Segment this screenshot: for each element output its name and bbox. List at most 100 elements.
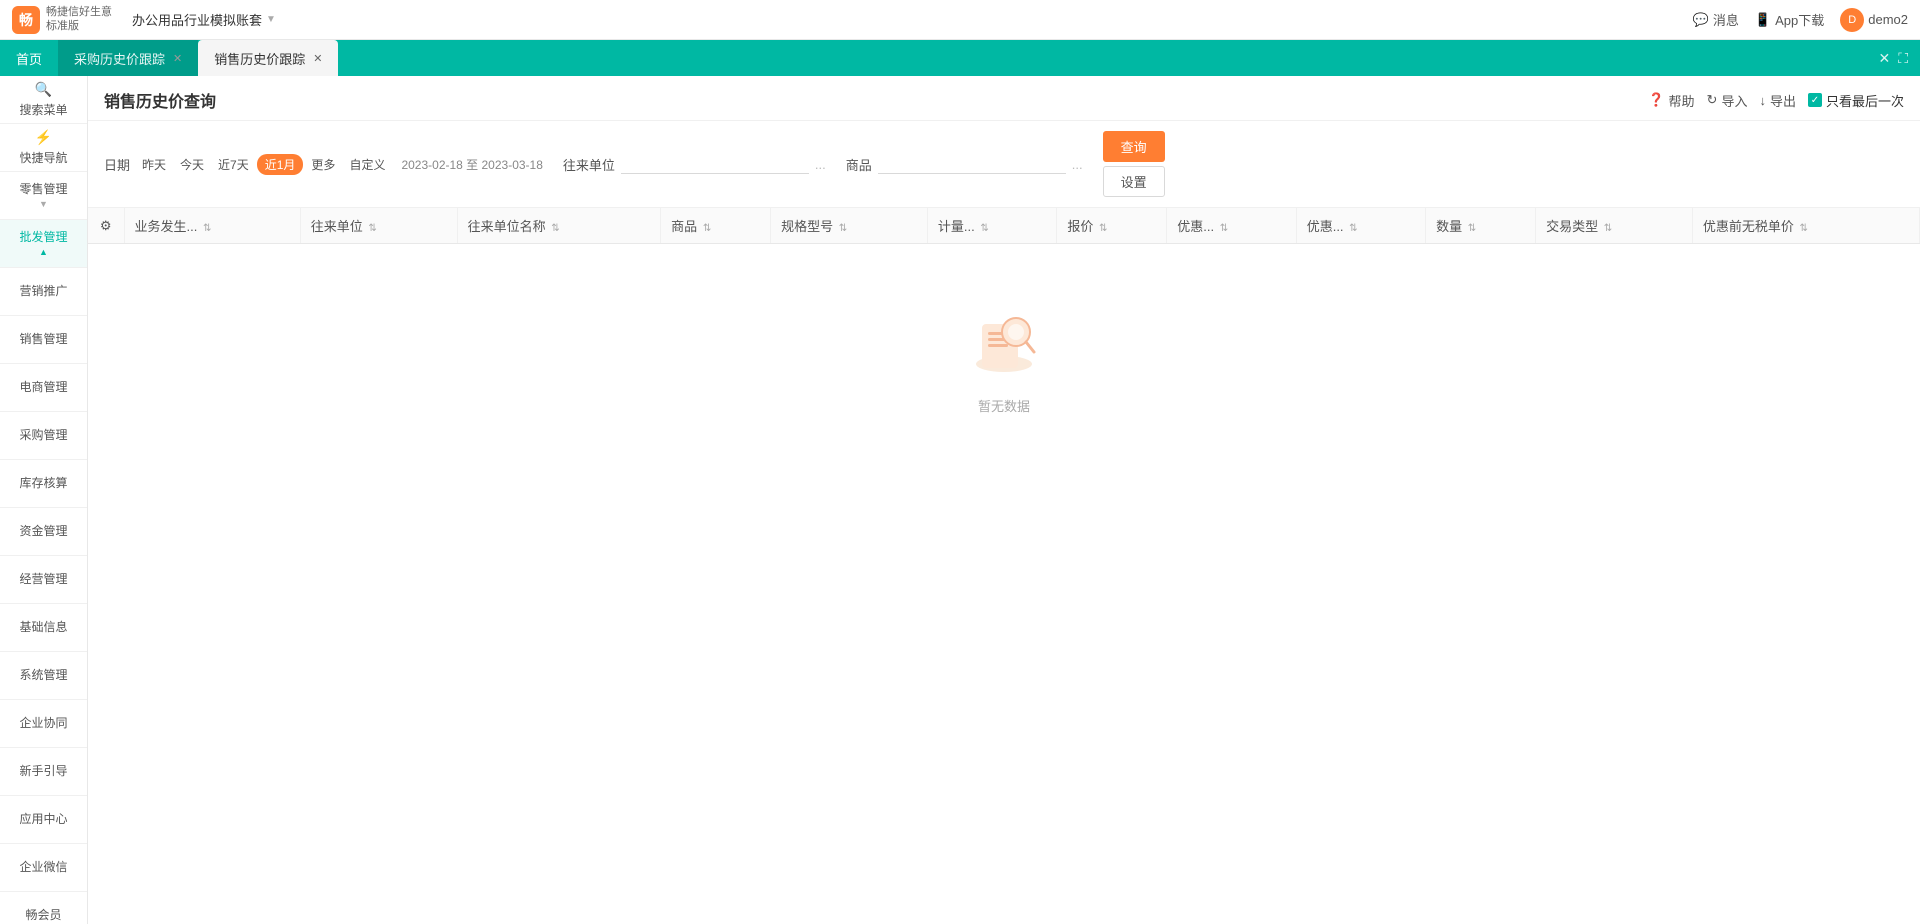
date-range-display: 2023-02-18 至 2023-03-18 [401,156,542,173]
sidebar-item-quick-nav[interactable]: ⚡ 快捷导航 [0,124,87,172]
gear-icon: ⚙ [100,218,112,233]
tab-home[interactable]: 首页 [0,40,58,76]
date-btn-more[interactable]: 更多 [305,154,341,175]
sidebar-item-wechat[interactable]: 企业微信 [0,844,87,892]
user-profile[interactable]: D demo2 [1840,8,1908,32]
logo-text: 畅捷信好生意 标准版 [46,6,112,32]
col-unit[interactable]: 计量... ⇅ [927,208,1056,244]
goods-filter-group: 商品 ... [846,154,1083,174]
help-btn[interactable]: ❓ 帮助 [1648,91,1694,110]
sort-icon: ⇅ [980,223,988,234]
quick-nav-icon: ⚡ [35,128,52,148]
col-spec[interactable]: 规格型号 ⇅ [771,208,928,244]
help-icon: ❓ [1648,92,1664,108]
settings-button[interactable]: 设置 [1103,166,1165,197]
sidebar-item-enterprise[interactable]: 企业协同 [0,700,87,748]
sidebar-item-finance[interactable]: 资金管理 [0,508,87,556]
sidebar-item-operations[interactable]: 经营管理 [0,556,87,604]
maximize-window-icon[interactable]: ⛶ [1898,50,1908,67]
date-btn-1month[interactable]: 近1月 [257,154,304,175]
sidebar-item-system[interactable]: 系统管理 [0,652,87,700]
sidebar-item-sales[interactable]: 销售管理 [0,316,87,364]
search-icon: 🔍 [35,80,52,100]
top-bar: 畅 畅捷信好生意 标准版 办公用品行业模拟账套 ▼ 💬 消息 📱 App下载 D… [0,0,1920,40]
top-bar-right: 💬 消息 📱 App下载 D demo2 [1693,8,1908,32]
partner-input[interactable] [621,154,809,174]
date-btn-yesterday[interactable]: 昨天 [136,154,172,175]
table-area: ⚙ 业务发生... ⇅ 往来单位 ⇅ 往来单位名称 [88,208,1920,924]
sidebar-item-purchase[interactable]: 采购管理 [0,412,87,460]
chevron-down-icon: ▼ [266,14,276,25]
tab-sales-history[interactable]: 销售历史价跟踪 ✕ [198,40,338,76]
col-discount2[interactable]: 优惠... ⇅ [1296,208,1425,244]
chevron-right-icon: ▼ [39,198,48,211]
goods-search-icon[interactable]: ... [1072,157,1083,172]
sidebar-item-search[interactable]: 🔍 搜索菜单 [0,76,87,124]
sidebar-item-basic[interactable]: 基础信息 [0,604,87,652]
col-settings[interactable]: ⚙ [88,208,124,244]
col-partner-code[interactable]: 往来单位 ⇅ [300,208,457,244]
sort-icon: ⇅ [839,223,847,234]
app-icon: 📱 [1755,12,1771,28]
app-download-btn[interactable]: 📱 App下载 [1755,10,1824,29]
empty-text: 暂无数据 [978,396,1030,415]
sidebar-item-vip[interactable]: 畅会员 [0,892,87,924]
sort-icon: ⇅ [1604,223,1612,234]
logo-area: 畅 畅捷信好生意 标准版 [12,6,112,34]
close-window-icon[interactable]: ✕ [1878,50,1890,67]
content-area: 销售历史价查询 ❓ 帮助 ↻ 导入 ↓ 导出 ✓ [88,76,1920,924]
only-last-checkbox[interactable]: ✓ 只看最后一次 [1808,91,1904,110]
query-button[interactable]: 查询 [1103,131,1165,162]
message-btn[interactable]: 💬 消息 [1693,10,1739,29]
logo-icon: 畅 [12,6,40,34]
tab-bar-right: ✕ ⛶ [1878,50,1920,67]
sort-icon: ⇅ [1468,223,1476,234]
partner-search-icon[interactable]: ... [815,157,826,172]
filter-area: 日期 昨天 今天 近7天 近1月 更多 自定义 2023-02-18 至 202… [88,121,1920,208]
tab-purchase-history[interactable]: 采购历史价跟踪 ✕ [58,40,198,76]
sort-icon: ⇅ [1349,223,1357,234]
table-header-row: ⚙ 业务发生... ⇅ 往来单位 ⇅ 往来单位名称 [88,208,1920,244]
date-btn-today[interactable]: 今天 [174,154,210,175]
sidebar-item-apps[interactable]: 应用中心 [0,796,87,844]
table-header: ⚙ 业务发生... ⇅ 往来单位 ⇅ 往来单位名称 [88,208,1920,244]
col-quantity[interactable]: 数量 ⇅ [1426,208,1536,244]
page-header: 销售历史价查询 ❓ 帮助 ↻ 导入 ↓ 导出 ✓ [88,76,1920,121]
import-btn[interactable]: ↻ 导入 [1707,91,1748,110]
sidebar-item-marketing[interactable]: 营销推广 [0,268,87,316]
sort-icon: ⇅ [203,223,211,234]
chevron-up-icon: ▲ [39,246,48,259]
empty-state: 暂无数据 [88,244,1920,475]
tab-bar: 首页 采购历史价跟踪 ✕ 销售历史价跟踪 ✕ ✕ ⛶ [0,40,1920,76]
col-partner-name[interactable]: 往来单位名称 ⇅ [457,208,661,244]
sort-icon: ⇅ [1099,223,1107,234]
close-tab-purchase[interactable]: ✕ [173,52,182,65]
col-goods[interactable]: 商品 ⇅ [661,208,771,244]
date-btn-custom[interactable]: 自定义 [343,154,391,175]
col-pretax-price[interactable]: 优惠前无税单价 ⇅ [1692,208,1919,244]
page-content: 销售历史价查询 ❓ 帮助 ↻ 导入 ↓ 导出 ✓ [88,76,1920,924]
import-icon: ↻ [1707,92,1718,108]
export-icon: ↓ [1759,93,1766,108]
export-btn[interactable]: ↓ 导出 [1759,91,1796,110]
sidebar-item-wholesale[interactable]: 批发管理 ▲ [0,220,87,268]
sidebar-item-retail[interactable]: 零售管理 ▼ [0,172,87,220]
date-btn-7days[interactable]: 近7天 [212,154,255,175]
close-tab-sales[interactable]: ✕ [313,52,322,65]
sort-icon: ⇅ [1800,223,1808,234]
col-discount1[interactable]: 优惠... ⇅ [1167,208,1296,244]
checkbox-checked-icon: ✓ [1808,93,1822,107]
sidebar-item-newbie[interactable]: 新手引导 [0,748,87,796]
partner-filter-group: 往来单位 ... [563,154,826,174]
col-biz-date[interactable]: 业务发生... ⇅ [124,208,300,244]
sort-icon: ⇅ [703,223,711,234]
sidebar: 🔍 搜索菜单 ⚡ 快捷导航 零售管理 ▼ 批发管理 ▲ 营销推广 销售管理 电商… [0,76,88,924]
col-trade-type[interactable]: 交易类型 ⇅ [1536,208,1693,244]
col-quote[interactable]: 报价 ⇅ [1057,208,1167,244]
top-bar-left: 畅 畅捷信好生意 标准版 办公用品行业模拟账套 ▼ [12,6,276,34]
page-actions: ❓ 帮助 ↻ 导入 ↓ 导出 ✓ 只看最后一次 [1648,91,1904,110]
company-dropdown[interactable]: 办公用品行业模拟账套 ▼ [132,10,276,29]
goods-input[interactable] [878,154,1066,174]
sidebar-item-ecommerce[interactable]: 电商管理 [0,364,87,412]
sidebar-item-inventory[interactable]: 库存核算 [0,460,87,508]
